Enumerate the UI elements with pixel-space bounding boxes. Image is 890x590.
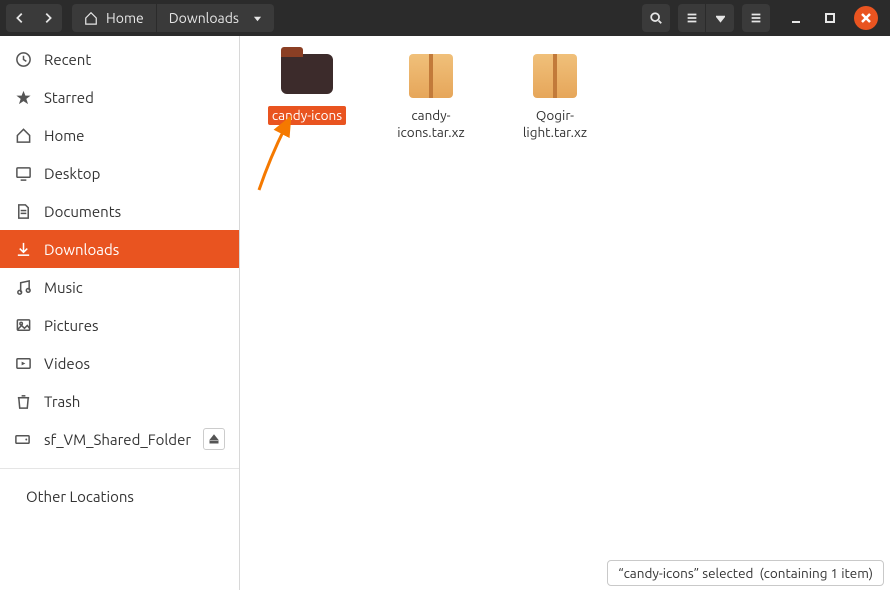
sidebar-item-label: Recent [44, 51, 91, 68]
minimize-icon [789, 11, 803, 25]
file-item-folder[interactable]: candy-icons [258, 54, 356, 125]
documents-icon [14, 202, 32, 220]
sidebar-item-label: Trash [44, 393, 80, 410]
star-icon [14, 88, 32, 106]
folder-icon [275, 54, 339, 98]
status-bar: “candy-icons” selected (containing 1 ite… [607, 560, 884, 586]
sidebar-item-label: Starred [44, 89, 94, 106]
sidebar-item-recent[interactable]: Recent [0, 40, 239, 78]
sidebar-item-videos[interactable]: Videos [0, 344, 239, 382]
window-controls [786, 6, 878, 30]
sidebar-item-label: Desktop [44, 165, 100, 182]
home-icon [84, 11, 98, 25]
eject-icon [209, 434, 219, 444]
sidebar-item-desktop[interactable]: Desktop [0, 154, 239, 192]
triangle-down-icon [716, 14, 725, 23]
file-item-archive[interactable]: candy-icons.tar.xz [382, 54, 480, 142]
hamburger-icon [749, 11, 763, 25]
sidebar-item-home[interactable]: Home [0, 116, 239, 154]
sidebar-item-label: sf_VM_Shared_Folder [44, 431, 191, 448]
sidebar-places: Recent Starred Home Desktop Documents Do [0, 36, 239, 458]
hamburger-menu-button[interactable] [742, 4, 770, 32]
sidebar-item-downloads[interactable]: Downloads [0, 230, 239, 268]
close-button[interactable] [854, 6, 878, 30]
close-icon [861, 13, 871, 23]
eject-button[interactable] [203, 428, 225, 450]
pictures-icon [14, 316, 32, 334]
sidebar: Recent Starred Home Desktop Documents Do [0, 36, 240, 590]
triangle-down-icon [253, 14, 262, 23]
nav-back-forward [6, 4, 62, 32]
sidebar-item-label: Home [44, 127, 84, 144]
sidebar-item-trash[interactable]: Trash [0, 382, 239, 420]
breadcrumb-home-label: Home [106, 10, 144, 26]
sidebar-other-locations[interactable]: Other Locations [0, 473, 239, 519]
file-label: candy-icons [268, 106, 346, 125]
desktop-icon [14, 164, 32, 182]
sidebar-item-documents[interactable]: Documents [0, 192, 239, 230]
view-options-button[interactable] [706, 4, 734, 32]
sidebar-item-label: Documents [44, 203, 121, 220]
forward-button[interactable] [34, 4, 62, 32]
main-area: Recent Starred Home Desktop Documents Do [0, 36, 890, 590]
archive-icon [523, 54, 587, 98]
chevron-left-icon [13, 11, 27, 25]
search-icon [649, 11, 663, 25]
music-icon [14, 278, 32, 296]
file-label: candy-icons.tar.xz [382, 106, 480, 142]
icon-grid: candy-icons candy-icons.tar.xz Qogir-lig… [240, 36, 890, 160]
sidebar-other-label: Other Locations [26, 488, 134, 505]
maximize-button[interactable] [820, 8, 840, 28]
sidebar-item-label: Pictures [44, 317, 99, 334]
sidebar-item-label: Videos [44, 355, 90, 372]
home-icon [14, 126, 32, 144]
list-view-button[interactable] [678, 4, 706, 32]
sidebar-separator [0, 468, 239, 469]
breadcrumb: Home Downloads [72, 4, 274, 32]
breadcrumb-current-label: Downloads [169, 10, 239, 26]
trash-icon [14, 392, 32, 410]
sidebar-item-pictures[interactable]: Pictures [0, 306, 239, 344]
sidebar-item-label: Downloads [44, 241, 119, 258]
file-pane[interactable]: candy-icons candy-icons.tar.xz Qogir-lig… [240, 36, 890, 590]
drive-icon [14, 430, 32, 448]
sidebar-item-starred[interactable]: Starred [0, 78, 239, 116]
status-detail: (containing 1 item) [759, 565, 873, 581]
back-button[interactable] [6, 4, 34, 32]
videos-icon [14, 354, 32, 372]
view-controls [678, 4, 734, 32]
chevron-right-icon [41, 11, 55, 25]
downloads-icon [14, 240, 32, 258]
sidebar-item-music[interactable]: Music [0, 268, 239, 306]
breadcrumb-current[interactable]: Downloads [157, 4, 274, 32]
search-button[interactable] [642, 4, 670, 32]
status-selection: “candy-icons” selected [618, 565, 753, 581]
sidebar-item-label: Music [44, 279, 83, 296]
maximize-icon [823, 11, 837, 25]
file-item-archive[interactable]: Qogir-light.tar.xz [506, 54, 604, 142]
file-label: Qogir-light.tar.xz [506, 106, 604, 142]
archive-icon [399, 54, 463, 98]
sidebar-item-shared-drive[interactable]: sf_VM_Shared_Folder [0, 420, 239, 458]
minimize-button[interactable] [786, 8, 806, 28]
clock-icon [14, 50, 32, 68]
breadcrumb-home[interactable]: Home [72, 4, 157, 32]
headerbar: Home Downloads [0, 0, 890, 36]
list-icon [685, 11, 699, 25]
